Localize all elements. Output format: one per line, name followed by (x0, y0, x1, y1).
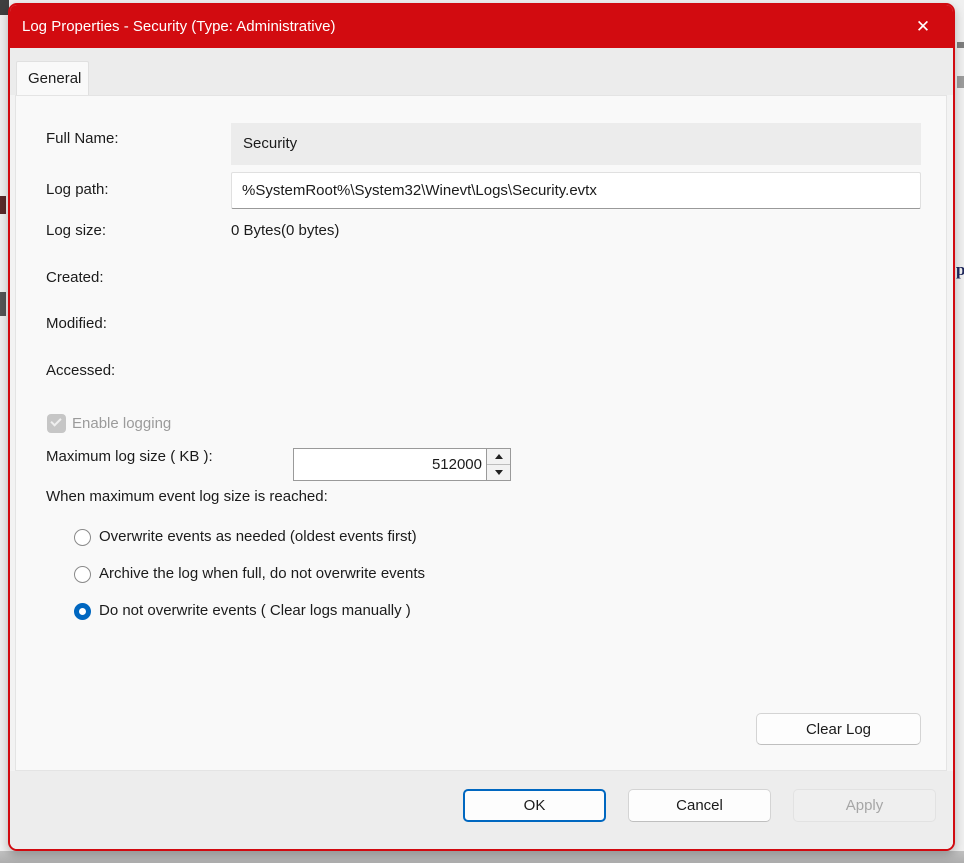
full-name-label: Full Name: (46, 130, 119, 147)
tab-general[interactable]: General (16, 61, 89, 95)
spin-buttons (486, 449, 510, 480)
enable-logging-checkbox (47, 414, 66, 433)
general-tab-page: Full Name: Security Log path: Log size: … (15, 95, 947, 771)
apply-button[interactable]: Apply (793, 789, 936, 822)
background-window-fragment (957, 42, 964, 48)
arrow-down-icon (494, 470, 503, 475)
retention-question-label: When maximum event log size is reached: (46, 488, 328, 505)
tab-strip: General (10, 48, 953, 95)
background-text-fragment: p (956, 260, 964, 279)
log-path-input[interactable] (231, 172, 921, 209)
max-log-size-label: Maximum log size ( KB ): (46, 448, 213, 465)
created-label: Created: (46, 269, 104, 286)
background-window-fragment (0, 292, 6, 316)
dialog-title: Log Properties - Security (Type: Adminis… (22, 18, 336, 35)
cancel-button[interactable]: Cancel (628, 789, 771, 822)
accessed-label: Accessed: (46, 362, 116, 379)
check-icon (50, 415, 62, 427)
radio-overwrite-as-needed-label: Overwrite events as needed (oldest event… (99, 528, 417, 545)
full-name-value: Security (231, 123, 921, 165)
radio-do-not-overwrite-label: Do not overwrite events ( Clear logs man… (99, 602, 411, 619)
ok-button[interactable]: OK (463, 789, 606, 822)
arrow-up-icon (494, 454, 503, 459)
radio-overwrite-as-needed[interactable] (74, 529, 91, 546)
background-strip (0, 851, 964, 863)
log-path-label: Log path: (46, 181, 109, 198)
log-size-value: 0 Bytes(0 bytes) (231, 222, 340, 239)
spin-up-button[interactable] (487, 449, 510, 465)
spin-down-button[interactable] (487, 465, 510, 480)
close-icon[interactable]: ✕ (903, 5, 943, 48)
dialog-titlebar: Log Properties - Security (Type: Adminis… (10, 5, 953, 48)
radio-archive-when-full-label: Archive the log when full, do not overwr… (99, 565, 426, 582)
radio-do-not-overwrite[interactable] (74, 603, 91, 620)
log-properties-dialog: Log Properties - Security (Type: Adminis… (8, 3, 955, 851)
clear-log-button[interactable]: Clear Log (756, 713, 921, 745)
screen: p Log Properties - Security (Type: Admin… (0, 0, 964, 863)
max-log-size-stepper (293, 448, 511, 481)
background-window-fragment (957, 76, 964, 88)
enable-logging-label: Enable logging (72, 415, 172, 432)
modified-label: Modified: (46, 315, 107, 332)
background-window-fragment (0, 196, 6, 214)
radio-archive-when-full[interactable] (74, 566, 91, 583)
log-size-label: Log size: (46, 222, 107, 239)
max-log-size-input[interactable] (294, 449, 486, 480)
dialog-footer: OK Cancel Apply (10, 771, 953, 849)
